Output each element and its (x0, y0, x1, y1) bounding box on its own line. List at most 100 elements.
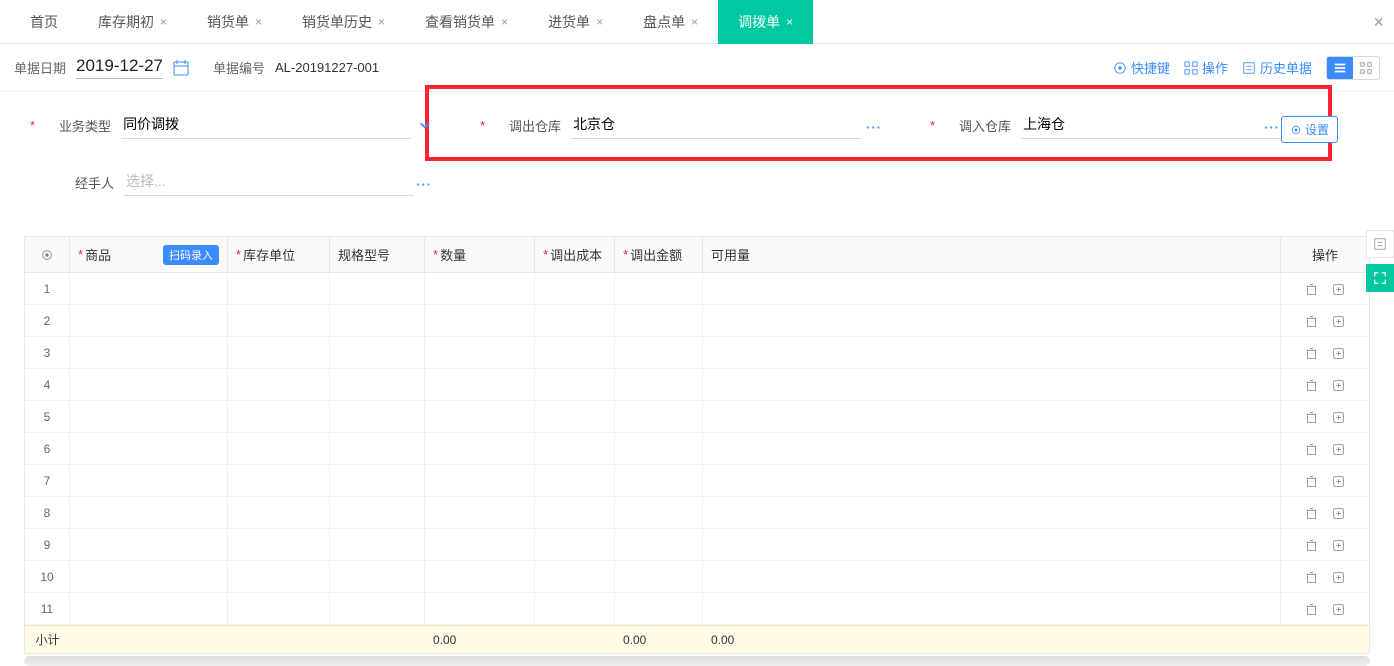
add-row-icon[interactable] (1332, 313, 1345, 327)
history-link[interactable]: 历史单据 (1242, 58, 1312, 77)
tab-stocktake[interactable]: 盘点单× (623, 0, 718, 44)
tabs-bar: 首页 库存期初× 销货单× 销货单历史× 查看销货单× 进货单× 盘点单× 调拨… (0, 0, 1394, 44)
subtotal-qty: 0.00 (425, 626, 535, 653)
grid-wrap: *商品扫码录入 *库存单位 规格型号 *数量 *调出成本 *调出金额 可用量 操… (0, 236, 1394, 654)
row-number: 1 (25, 273, 70, 304)
col-product: *商品扫码录入 (70, 237, 228, 272)
table-row[interactable]: 11 (25, 593, 1369, 625)
date-label: 单据日期 (14, 58, 66, 77)
view-grid-button[interactable] (1353, 57, 1379, 79)
date-value[interactable]: 2019-12-27 (76, 56, 163, 79)
in-warehouse-label: 调入仓库 (939, 116, 1011, 135)
table-row[interactable]: 6 (25, 433, 1369, 465)
gear-icon (1290, 124, 1302, 136)
form-area: *业务类型 *调出仓库 ··· *调入仓库 ··· 设置 经手人 ··· (0, 92, 1394, 236)
scan-badge[interactable]: 扫码录入 (163, 245, 219, 265)
grid: *商品扫码录入 *库存单位 规格型号 *数量 *调出成本 *调出金额 可用量 操… (24, 236, 1370, 654)
handler-label: 经手人 (42, 173, 114, 192)
tab-sales-history[interactable]: 销货单历史× (282, 0, 405, 44)
chevron-down-icon[interactable] (418, 116, 432, 132)
column-settings-button[interactable] (25, 237, 70, 272)
delete-row-icon[interactable] (1305, 345, 1318, 359)
grid-footer: 小计 0.00 0.00 0.00 (25, 625, 1369, 653)
expand-icon (1373, 271, 1387, 285)
table-row[interactable]: 7 (25, 465, 1369, 497)
ellipsis-icon[interactable]: ··· (866, 120, 882, 135)
delete-row-icon[interactable] (1305, 473, 1318, 487)
tab-sales-order[interactable]: 销货单× (187, 0, 282, 44)
row-number: 8 (25, 497, 70, 528)
close-icon[interactable]: × (255, 15, 262, 29)
row-number: 2 (25, 305, 70, 336)
tab-home[interactable]: 首页 (10, 0, 78, 44)
horizontal-scrollbar[interactable] (24, 656, 1370, 666)
delete-row-icon[interactable] (1305, 313, 1318, 327)
add-row-icon[interactable] (1332, 441, 1345, 455)
delete-row-icon[interactable] (1305, 569, 1318, 583)
close-icon[interactable]: × (378, 15, 385, 29)
table-row[interactable]: 4 (25, 369, 1369, 401)
row-number: 11 (25, 593, 70, 624)
out-warehouse-label: 调出仓库 (489, 116, 561, 135)
expand-side-button[interactable] (1366, 264, 1394, 292)
close-icon[interactable]: × (501, 15, 508, 29)
table-row[interactable]: 5 (25, 401, 1369, 433)
out-warehouse-input[interactable] (571, 112, 861, 139)
handler-input[interactable] (124, 169, 414, 196)
biz-type-input[interactable] (121, 112, 411, 139)
grid-header: *商品扫码录入 *库存单位 规格型号 *数量 *调出成本 *调出金额 可用量 操… (25, 237, 1369, 273)
col-available: 可用量 (703, 237, 1281, 272)
close-icon[interactable]: × (691, 15, 698, 29)
table-row[interactable]: 9 (25, 529, 1369, 561)
add-row-icon[interactable] (1332, 601, 1345, 615)
view-list-button[interactable] (1327, 57, 1353, 79)
delete-row-icon[interactable] (1305, 409, 1318, 423)
delete-row-icon[interactable] (1305, 441, 1318, 455)
add-row-icon[interactable] (1332, 409, 1345, 423)
delete-row-icon[interactable] (1305, 505, 1318, 519)
note-icon (1373, 237, 1387, 251)
gear-icon (40, 248, 54, 262)
settings-button[interactable]: 设置 (1281, 116, 1338, 143)
row-number: 3 (25, 337, 70, 368)
add-row-icon[interactable] (1332, 345, 1345, 359)
col-out-amount: *调出金额 (615, 237, 703, 272)
tab-transfer[interactable]: 调拨单× (718, 0, 813, 44)
add-row-icon[interactable] (1332, 281, 1345, 295)
col-ops: 操作 (1281, 237, 1369, 272)
row-number: 5 (25, 401, 70, 432)
row-number: 10 (25, 561, 70, 592)
add-row-icon[interactable] (1332, 569, 1345, 583)
tab-view-sales[interactable]: 查看销货单× (405, 0, 528, 44)
table-row[interactable]: 1 (25, 273, 1369, 305)
add-row-icon[interactable] (1332, 377, 1345, 391)
delete-row-icon[interactable] (1305, 377, 1318, 391)
delete-row-icon[interactable] (1305, 601, 1318, 615)
add-row-icon[interactable] (1332, 537, 1345, 551)
notes-side-button[interactable] (1366, 230, 1394, 258)
delete-row-icon[interactable] (1305, 537, 1318, 551)
operate-link[interactable]: 操作 (1184, 58, 1228, 77)
ellipsis-icon[interactable]: ··· (416, 177, 432, 192)
grid-body[interactable]: 1234567891011 (25, 273, 1369, 625)
ellipsis-icon[interactable]: ··· (1264, 120, 1280, 135)
col-qty: *数量 (425, 237, 535, 272)
close-icon[interactable]: × (160, 15, 167, 29)
add-row-icon[interactable] (1332, 473, 1345, 487)
table-row[interactable]: 10 (25, 561, 1369, 593)
table-row[interactable]: 3 (25, 337, 1369, 369)
table-row[interactable]: 8 (25, 497, 1369, 529)
tab-purchase[interactable]: 进货单× (528, 0, 623, 44)
calendar-icon[interactable] (173, 60, 189, 76)
shortcut-link[interactable]: 快捷键 (1113, 58, 1170, 77)
tab-inventory-init[interactable]: 库存期初× (78, 0, 187, 44)
keyboard-icon (1113, 61, 1127, 75)
close-all-icon[interactable]: × (1373, 12, 1384, 33)
close-icon[interactable]: × (786, 15, 793, 29)
close-icon[interactable]: × (596, 15, 603, 29)
delete-row-icon[interactable] (1305, 281, 1318, 295)
row-number: 9 (25, 529, 70, 560)
add-row-icon[interactable] (1332, 505, 1345, 519)
table-row[interactable]: 2 (25, 305, 1369, 337)
side-float (1366, 230, 1394, 292)
